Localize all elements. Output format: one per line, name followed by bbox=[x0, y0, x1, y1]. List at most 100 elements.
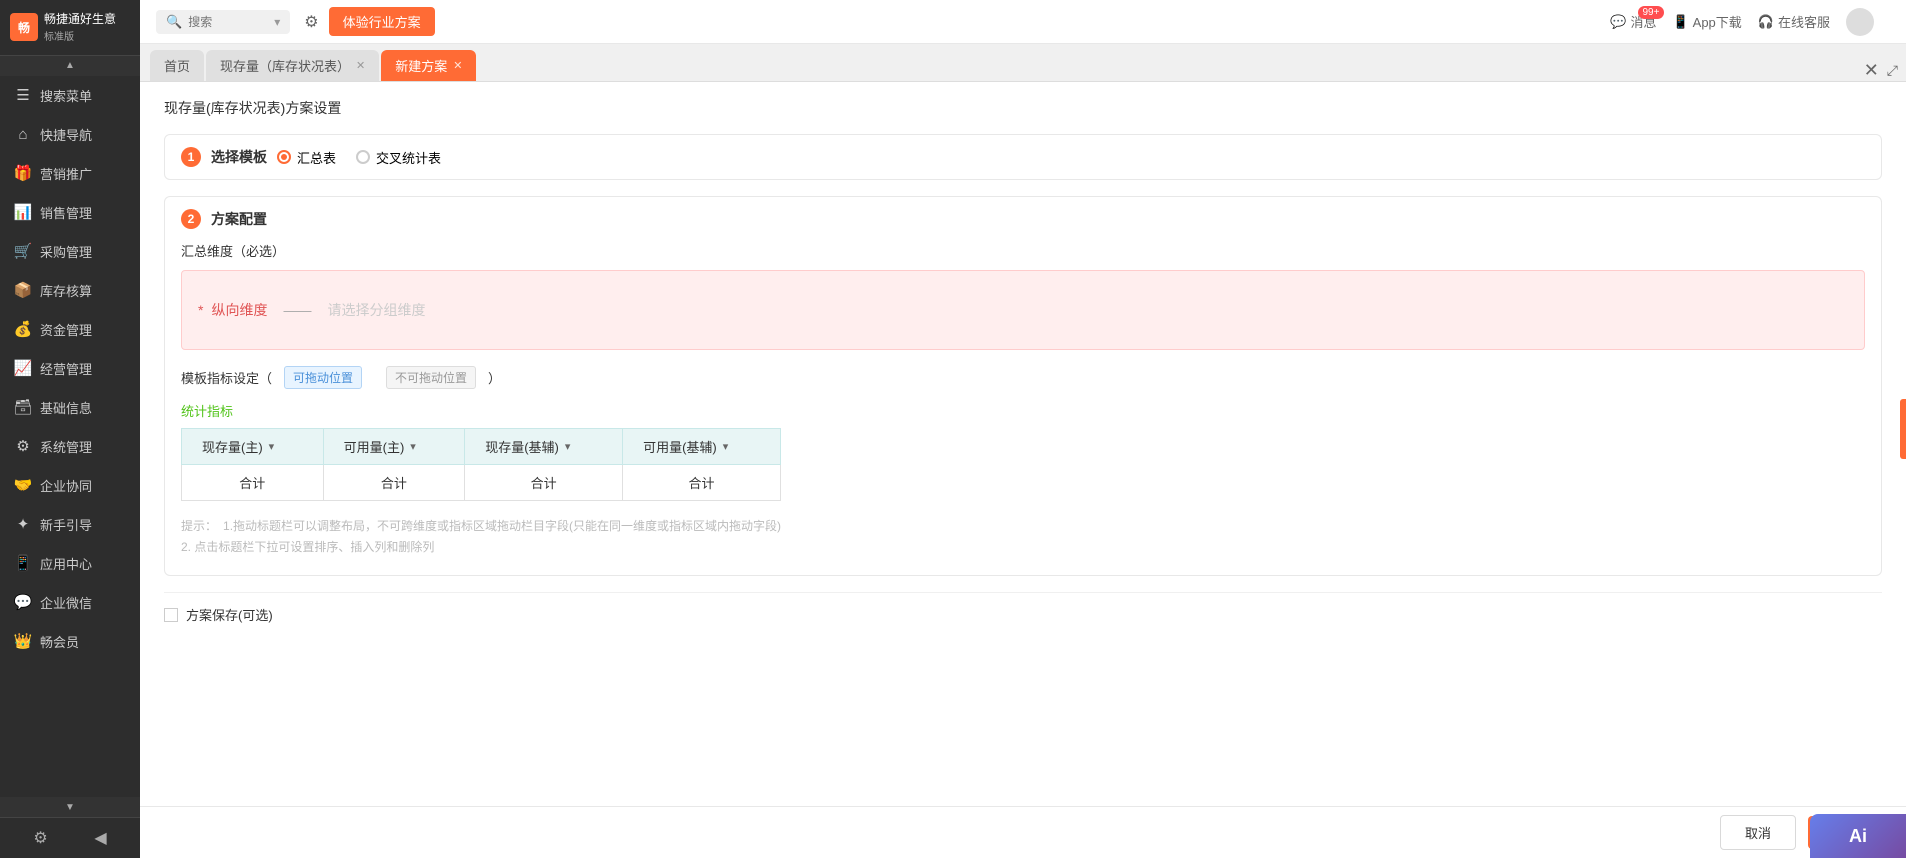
sidebar-scroll-up[interactable]: ▲ bbox=[0, 56, 140, 76]
app-download-button[interactable]: 📱 App下载 bbox=[1672, 12, 1741, 31]
tab-inventory-status[interactable]: 现存量（库存状况表） ✕ bbox=[206, 50, 379, 81]
app-icon: 📱 bbox=[1672, 14, 1688, 30]
tab-inventory-close-icon[interactable]: ✕ bbox=[356, 59, 365, 72]
save-label: 方案保存(可选) bbox=[186, 605, 273, 624]
sidebar-item-operations[interactable]: 📈 经营管理 bbox=[0, 349, 140, 388]
sidebar-item-label: 应用中心 bbox=[40, 554, 92, 573]
radio-summary[interactable]: 汇总表 bbox=[277, 148, 336, 167]
sidebar-item-marketing[interactable]: 🎁 营销推广 bbox=[0, 154, 140, 193]
sidebar-item-label: 企业微信 bbox=[40, 593, 92, 612]
tab-home[interactable]: 首页 bbox=[150, 50, 204, 81]
sidebar-item-label: 企业协同 bbox=[40, 476, 92, 495]
radio-cross-dot[interactable] bbox=[356, 150, 370, 164]
sidebar-item-newbie[interactable]: ✦ 新手引导 bbox=[0, 505, 140, 544]
config-section: 汇总维度（必选） * 纵向维度 —— 请选择分组维度 模板指标设定（ 可拖动位置… bbox=[165, 241, 1881, 575]
tab-new-scheme[interactable]: 新建方案 ✕ bbox=[381, 50, 476, 81]
sidebar-item-label: 采购管理 bbox=[40, 242, 92, 261]
sidebar-item-label: 快捷导航 bbox=[40, 125, 92, 144]
save-checkbox[interactable] bbox=[164, 608, 178, 622]
sidebar-item-sales[interactable]: 📊 销售管理 bbox=[0, 193, 140, 232]
search-chevron-icon: ▾ bbox=[274, 15, 280, 29]
messages-badge: 99+ bbox=[1638, 6, 1665, 19]
search-box[interactable]: 🔍 ▾ bbox=[156, 10, 290, 34]
metric-setting-suffix: ） bbox=[488, 368, 501, 387]
service-label: 在线客服 bbox=[1778, 12, 1830, 31]
dimension-field-label: 纵向维度 bbox=[211, 300, 267, 320]
radio-cross-label: 交叉统计表 bbox=[376, 148, 441, 167]
search-menu-icon: ☰ bbox=[14, 86, 32, 104]
sidebar-item-quick-nav[interactable]: ⌂ 快捷导航 bbox=[0, 115, 140, 154]
tips-item-2: 2. 点击标题栏下拉可设置排序、插入列和删除列 bbox=[181, 538, 1865, 555]
col-chevron-3[interactable]: ▾ bbox=[723, 440, 729, 453]
window-close-icon[interactable]: ✕ bbox=[1864, 60, 1879, 81]
table-row: 合计 合计 合计 合计 bbox=[182, 465, 781, 501]
sidebar-item-system[interactable]: ⚙ 系统管理 bbox=[0, 427, 140, 466]
ai-badge[interactable]: Ai bbox=[1810, 814, 1906, 858]
col-header-available-aux[interactable]: 可用量(基辅) ▾ bbox=[623, 429, 781, 465]
service-icon: 🎧 bbox=[1758, 14, 1774, 30]
tips-title: 提示： bbox=[181, 517, 217, 534]
metric-setting-prefix: 模板指标设定（ bbox=[181, 368, 272, 387]
messages-button[interactable]: 💬 消息 99+ bbox=[1610, 12, 1656, 31]
sidebar-item-inventory[interactable]: 📦 库存核算 bbox=[0, 271, 140, 310]
radio-cross[interactable]: 交叉统计表 bbox=[356, 148, 441, 167]
col-chevron-0[interactable]: ▾ bbox=[269, 440, 275, 453]
settings-footer-icon[interactable]: ⚙ bbox=[33, 828, 47, 848]
sidebar-item-basic[interactable]: 🗃 基础信息 bbox=[0, 388, 140, 427]
app-name: 畅捷通好生意 bbox=[44, 12, 116, 28]
sidebar-item-appstore[interactable]: 📱 应用中心 bbox=[0, 544, 140, 583]
tab-inventory-label: 现存量（库存状况表） bbox=[220, 56, 350, 75]
col-header-current-main[interactable]: 现存量(主) ▾ bbox=[182, 429, 324, 465]
search-input[interactable] bbox=[188, 15, 268, 29]
topbar-gear-icon[interactable]: ⚙ bbox=[304, 12, 318, 32]
sidebar-item-purchase[interactable]: 🛒 采购管理 bbox=[0, 232, 140, 271]
sidebar-item-enterprise[interactable]: 🤝 企业协同 bbox=[0, 466, 140, 505]
sidebar-item-wechat[interactable]: 💬 企业微信 bbox=[0, 583, 140, 622]
stat-table: 现存量(主) ▾ 可用量(主) ▾ bbox=[181, 428, 781, 501]
avatar[interactable] bbox=[1846, 8, 1874, 36]
purchase-icon: 🛒 bbox=[14, 242, 32, 260]
tab-new-scheme-close-icon[interactable]: ✕ bbox=[453, 59, 462, 72]
dimension-area[interactable]: * 纵向维度 —— 请选择分组维度 bbox=[181, 270, 1865, 350]
operations-icon: 📈 bbox=[14, 359, 32, 377]
sidebar-scroll-down[interactable]: ▼ bbox=[0, 797, 140, 817]
app-download-label: App下载 bbox=[1693, 12, 1742, 31]
tips-item-1: 提示： 1.拖动标题栏可以调整布局，不可跨维度或指标区域拖动栏目字段(只能在同一… bbox=[181, 517, 1865, 534]
main-area: 🔍 ▾ ⚙ 体验行业方案 💬 消息 99+ 📱 App下载 🎧 在线客服 bbox=[140, 0, 1906, 858]
quick-nav-icon: ⌂ bbox=[14, 125, 32, 143]
sidebar-item-finance[interactable]: 💰 资金管理 bbox=[0, 310, 140, 349]
col-header-current-aux[interactable]: 现存量(基辅) ▾ bbox=[465, 429, 623, 465]
step1-title: 选择模板 bbox=[211, 147, 267, 167]
cell-summary-0: 合计 bbox=[182, 465, 324, 501]
sidebar-item-label: 资金管理 bbox=[40, 320, 92, 339]
radio-summary-dot[interactable] bbox=[277, 150, 291, 164]
non-draggable-badge: 不可拖动位置 bbox=[386, 366, 476, 389]
step1-number: 1 bbox=[181, 147, 201, 167]
tab-new-scheme-label: 新建方案 bbox=[395, 56, 447, 75]
sidebar-logo: 畅 畅捷通好生意 标准版 bbox=[0, 0, 140, 56]
col-chevron-2[interactable]: ▾ bbox=[565, 440, 571, 453]
col-header-available-main[interactable]: 可用量(主) ▾ bbox=[323, 429, 465, 465]
audio-footer-icon[interactable]: ◀ bbox=[94, 828, 106, 848]
topbar-right: 💬 消息 99+ 📱 App下载 🎧 在线客服 bbox=[1610, 8, 1890, 36]
sidebar-item-label: 销售管理 bbox=[40, 203, 92, 222]
tab-bar: 首页 现存量（库存状况表） ✕ 新建方案 ✕ ✕ ⤢ bbox=[140, 44, 1906, 82]
step2-number: 2 bbox=[181, 209, 201, 229]
sidebar-item-label: 基础信息 bbox=[40, 398, 92, 417]
sidebar-item-member[interactable]: 👑 畅会员 bbox=[0, 622, 140, 661]
window-expand-icon[interactable]: ⤢ bbox=[1887, 62, 1898, 79]
sidebar-item-search[interactable]: ☰ 搜索菜单 bbox=[0, 76, 140, 115]
topbar: 🔍 ▾ ⚙ 体验行业方案 💬 消息 99+ 📱 App下载 🎧 在线客服 bbox=[140, 0, 1906, 44]
sidebar-footer: ⚙ ◀ bbox=[0, 817, 140, 858]
col-chevron-1[interactable]: ▾ bbox=[410, 440, 416, 453]
online-service-button[interactable]: 🎧 在线客服 bbox=[1758, 12, 1830, 31]
cancel-button[interactable]: 取消 bbox=[1720, 815, 1796, 850]
stat-section-title: 统计指标 bbox=[181, 401, 1865, 420]
step1-card: 1 选择模板 汇总表 交叉统计表 bbox=[164, 134, 1882, 180]
inventory-icon: 📦 bbox=[14, 281, 32, 299]
app-logo-icon: 畅 bbox=[10, 13, 38, 41]
search-icon: 🔍 bbox=[166, 14, 182, 30]
dimension-text: * 纵向维度 —— 请选择分组维度 bbox=[198, 300, 425, 320]
member-icon: 👑 bbox=[14, 632, 32, 650]
trial-btn[interactable]: 体验行业方案 bbox=[329, 7, 435, 36]
